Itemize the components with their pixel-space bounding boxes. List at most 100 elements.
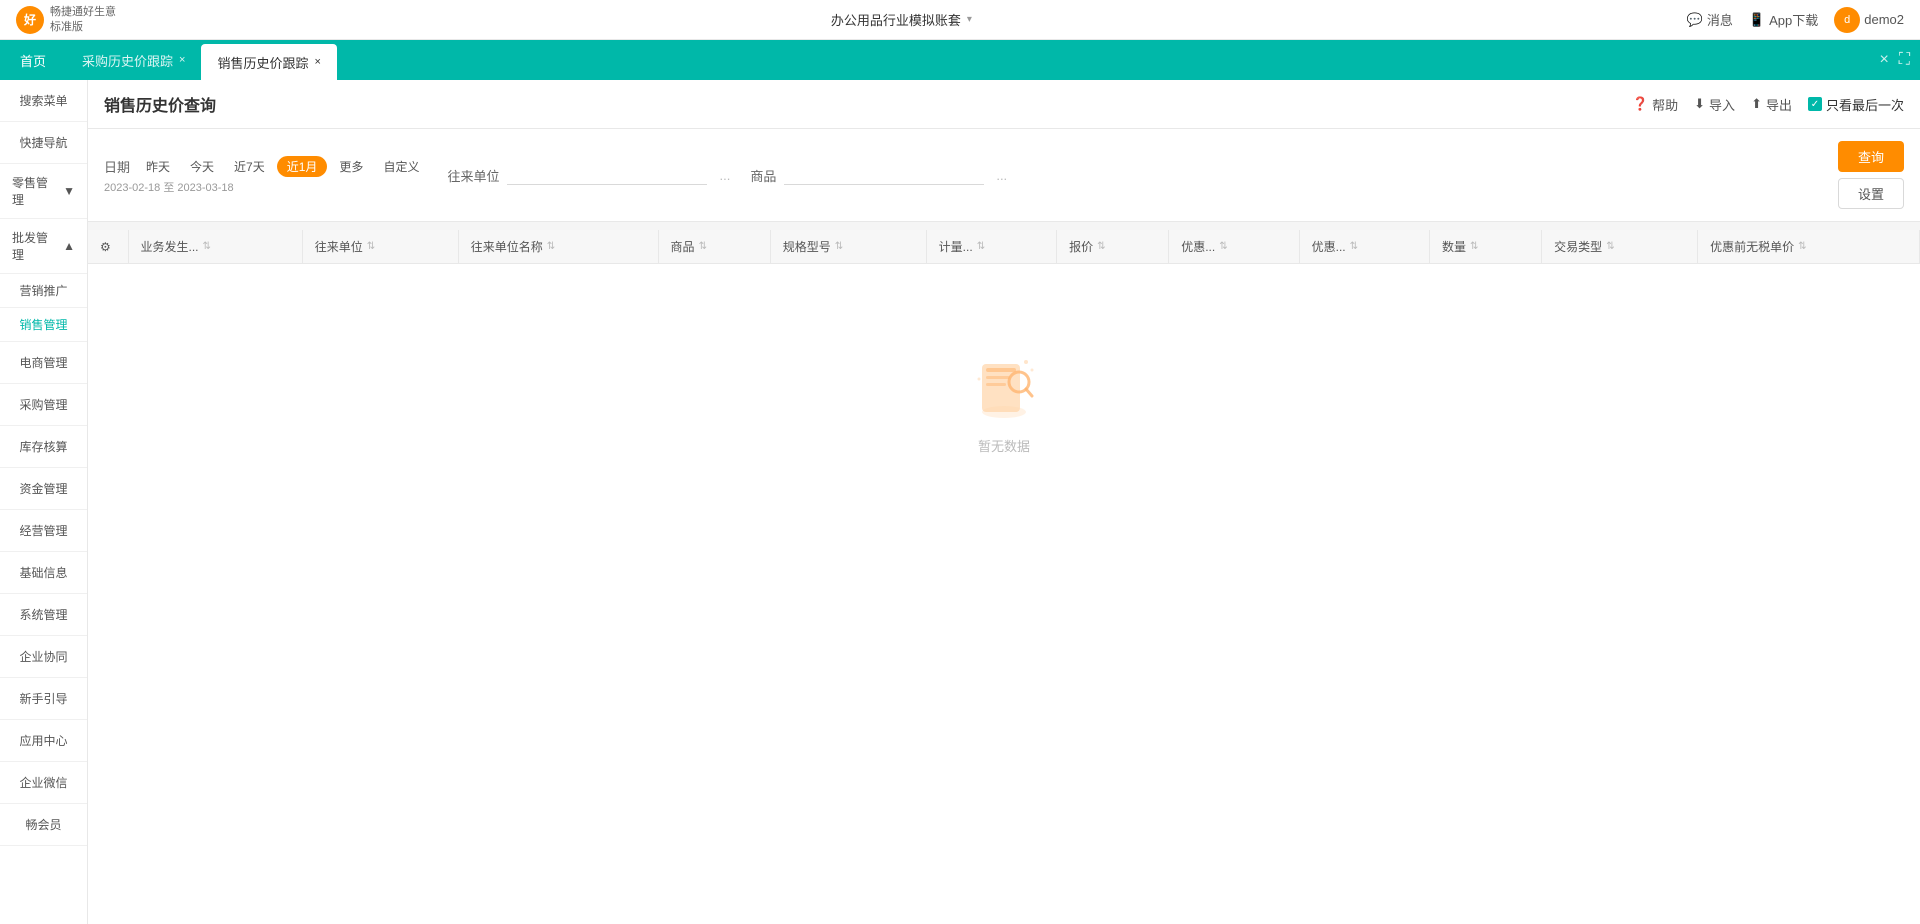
sidebar-item-retail-mgmt[interactable]: 零售管理 ▼ — [0, 164, 87, 219]
col-unit[interactable]: 计量... ⇅ — [926, 230, 1056, 264]
col-trade-type[interactable]: 交易类型 ⇅ — [1542, 230, 1698, 264]
empty-illustration — [964, 344, 1044, 424]
col-tax-free-price[interactable]: 优惠前无税单价 ⇅ — [1698, 230, 1920, 264]
sidebar: 搜索菜单 快捷导航 零售管理 ▼ 批发管理 ▲ 营销推广 销售管理 电商管理 采… — [0, 80, 88, 924]
sort-unit-code-icon: ⇅ — [367, 241, 375, 252]
date-btn-today[interactable]: 今天 — [182, 156, 222, 177]
col-settings[interactable]: ⚙ — [88, 230, 128, 264]
sidebar-item-enterprise-collab[interactable]: 企业协同 — [0, 636, 87, 678]
col-spec[interactable]: 规格型号 ⇅ — [770, 230, 926, 264]
col-discount2[interactable]: 优惠... ⇅ — [1299, 230, 1429, 264]
date-buttons: 昨天 今天 近7天 近1月 更多 自定义 — [138, 156, 427, 177]
from-unit-filter: 往来单位 ... — [447, 165, 730, 185]
gear-icon[interactable]: ⚙ — [100, 240, 111, 254]
sidebar-item-search-menu[interactable]: 搜索菜单 — [0, 80, 87, 122]
sidebar-item-inventory[interactable]: 库存核算 — [0, 426, 87, 468]
help-icon: ❓ — [1632, 96, 1648, 112]
sort-spec-icon: ⇅ — [835, 241, 843, 252]
filter-actions: 查询 设置 — [1838, 141, 1904, 209]
export-button[interactable]: ⬆ 导出 — [1751, 95, 1792, 114]
download-icon: 📱 — [1749, 12, 1765, 28]
settings-button[interactable]: 设置 — [1838, 178, 1904, 209]
col-quote[interactable]: 报价 ⇅ — [1057, 230, 1169, 264]
message-button[interactable]: 💬 消息 — [1687, 10, 1733, 29]
product-filter: 商品 ... — [750, 165, 1007, 185]
sidebar-item-newbie-guide[interactable]: 新手引导 — [0, 678, 87, 720]
sidebar-item-quick-nav[interactable]: 快捷导航 — [0, 122, 87, 164]
logo-area: 好 畅捷通好生意 标准版 — [16, 5, 116, 34]
date-btn-custom[interactable]: 自定义 — [375, 156, 427, 177]
table-header-row: ⚙ 业务发生... ⇅ 往来单位 ⇅ — [88, 230, 1920, 264]
tab-close-all-button[interactable]: × — [1879, 51, 1888, 69]
col-biz-date[interactable]: 业务发生... ⇅ — [128, 230, 302, 264]
sidebar-item-sales-mgmt[interactable]: 销售管理 — [0, 308, 87, 342]
sidebar-item-app-center[interactable]: 应用中心 — [0, 720, 87, 762]
import-button[interactable]: ⬇ 导入 — [1694, 95, 1735, 114]
page-header: 销售历史价查询 ❓ 帮助 ⬇ 导入 ⬆ 导出 ✓ 只 — [88, 80, 1920, 129]
table-header: ⚙ 业务发生... ⇅ 往来单位 ⇅ — [88, 230, 1920, 264]
query-button[interactable]: 查询 — [1838, 141, 1904, 172]
sidebar-item-operations[interactable]: 经营管理 — [0, 510, 87, 552]
tab-purchase-history[interactable]: 采购历史价跟踪 × — [66, 40, 201, 80]
sidebar-item-wholesale-mgmt[interactable]: 批发管理 ▲ — [0, 219, 87, 274]
from-unit-label: 往来单位 — [447, 166, 499, 185]
tab-sales-close-icon[interactable]: × — [314, 56, 320, 68]
from-unit-input[interactable] — [507, 165, 707, 185]
app-download-button[interactable]: 📱 App下载 — [1749, 10, 1818, 29]
col-quantity[interactable]: 数量 ⇅ — [1430, 230, 1542, 264]
tab-bar: 首页 采购历史价跟踪 × 销售历史价跟踪 × × ⛶ — [0, 40, 1920, 80]
help-button[interactable]: ❓ 帮助 — [1632, 95, 1678, 114]
tab-purchase-close-icon[interactable]: × — [179, 54, 185, 66]
date-btn-more[interactable]: 更多 — [331, 156, 371, 177]
empty-text: 暂无数据 — [978, 436, 1030, 455]
sort-unit-icon: ⇅ — [977, 241, 985, 252]
empty-state: 暂无数据 — [88, 264, 1920, 535]
sidebar-item-basic-info[interactable]: 基础信息 — [0, 552, 87, 594]
sort-biz-date-icon: ⇅ — [203, 241, 211, 252]
date-btn-yesterday[interactable]: 昨天 — [138, 156, 178, 177]
top-bar-center: 办公用品行业模拟账套 ▾ — [831, 10, 972, 29]
table-area: ⚙ 业务发生... ⇅ 往来单位 ⇅ — [88, 230, 1920, 924]
top-bar-right: 💬 消息 📱 App下载 d demo2 — [1687, 7, 1904, 33]
date-btn-1month[interactable]: 近1月 — [277, 156, 328, 177]
product-input[interactable] — [784, 165, 984, 185]
filter-row: 日期 昨天 今天 近7天 近1月 更多 自定义 2023-02-18 至 202… — [104, 141, 1904, 209]
sidebar-item-membership[interactable]: 畅会员 — [0, 804, 87, 846]
col-unit-name[interactable]: 往来单位名称 ⇅ — [458, 230, 658, 264]
col-discount1[interactable]: 优惠... ⇅ — [1169, 230, 1299, 264]
export-icon: ⬆ — [1751, 96, 1762, 112]
content-area: 销售历史价查询 ❓ 帮助 ⬇ 导入 ⬆ 导出 ✓ 只 — [88, 80, 1920, 924]
sidebar-item-finance-mgmt[interactable]: 资金管理 — [0, 468, 87, 510]
from-unit-picker[interactable]: ... — [719, 168, 730, 183]
user-profile[interactable]: d demo2 — [1834, 7, 1904, 33]
col-unit-code[interactable]: 往来单位 ⇅ — [302, 230, 458, 264]
sidebar-item-enterprise-wechat[interactable]: 企业微信 — [0, 762, 87, 804]
wholesale-mgmt-label: 批发管理 — [12, 229, 59, 263]
app-title: 办公用品行业模拟账套 — [831, 10, 961, 29]
tab-home[interactable]: 首页 — [0, 40, 66, 80]
search-menu-label: 搜索菜单 — [8, 92, 79, 109]
data-table: ⚙ 业务发生... ⇅ 往来单位 ⇅ — [88, 230, 1920, 264]
sidebar-item-ecommerce[interactable]: 电商管理 — [0, 342, 87, 384]
sidebar-item-marketing[interactable]: 营销推广 — [0, 274, 87, 308]
sidebar-item-system-mgmt[interactable]: 系统管理 — [0, 594, 87, 636]
main-layout: 搜索菜单 快捷导航 零售管理 ▼ 批发管理 ▲ 营销推广 销售管理 电商管理 采… — [0, 80, 1920, 924]
top-bar: 好 畅捷通好生意 标准版 办公用品行业模拟账套 ▾ 💬 消息 📱 App下载 d… — [0, 0, 1920, 40]
sidebar-item-purchase-mgmt[interactable]: 采购管理 — [0, 384, 87, 426]
date-label: 日期 — [104, 157, 130, 176]
last-only-checkbox[interactable]: ✓ 只看最后一次 — [1808, 95, 1904, 114]
retail-mgmt-arrow-icon: ▼ — [63, 184, 75, 198]
page-header-right: ❓ 帮助 ⬇ 导入 ⬆ 导出 ✓ 只看最后一次 — [1632, 95, 1904, 114]
quick-nav-label: 快捷导航 — [8, 134, 79, 151]
app-title-dropdown[interactable]: ▾ — [967, 14, 972, 25]
col-product[interactable]: 商品 ⇅ — [658, 230, 770, 264]
logo-icon: 好 — [16, 6, 44, 34]
product-picker[interactable]: ... — [996, 168, 1007, 183]
tab-bar-right: × ⛶ — [1879, 51, 1910, 69]
avatar: d — [1834, 7, 1860, 33]
page-title: 销售历史价查询 — [104, 92, 216, 116]
date-btn-7days[interactable]: 近7天 — [226, 156, 273, 177]
tab-maximize-button[interactable]: ⛶ — [1899, 51, 1910, 69]
tab-sales-history[interactable]: 销售历史价跟踪 × — [201, 44, 336, 80]
sort-unit-name-icon: ⇅ — [547, 241, 555, 252]
